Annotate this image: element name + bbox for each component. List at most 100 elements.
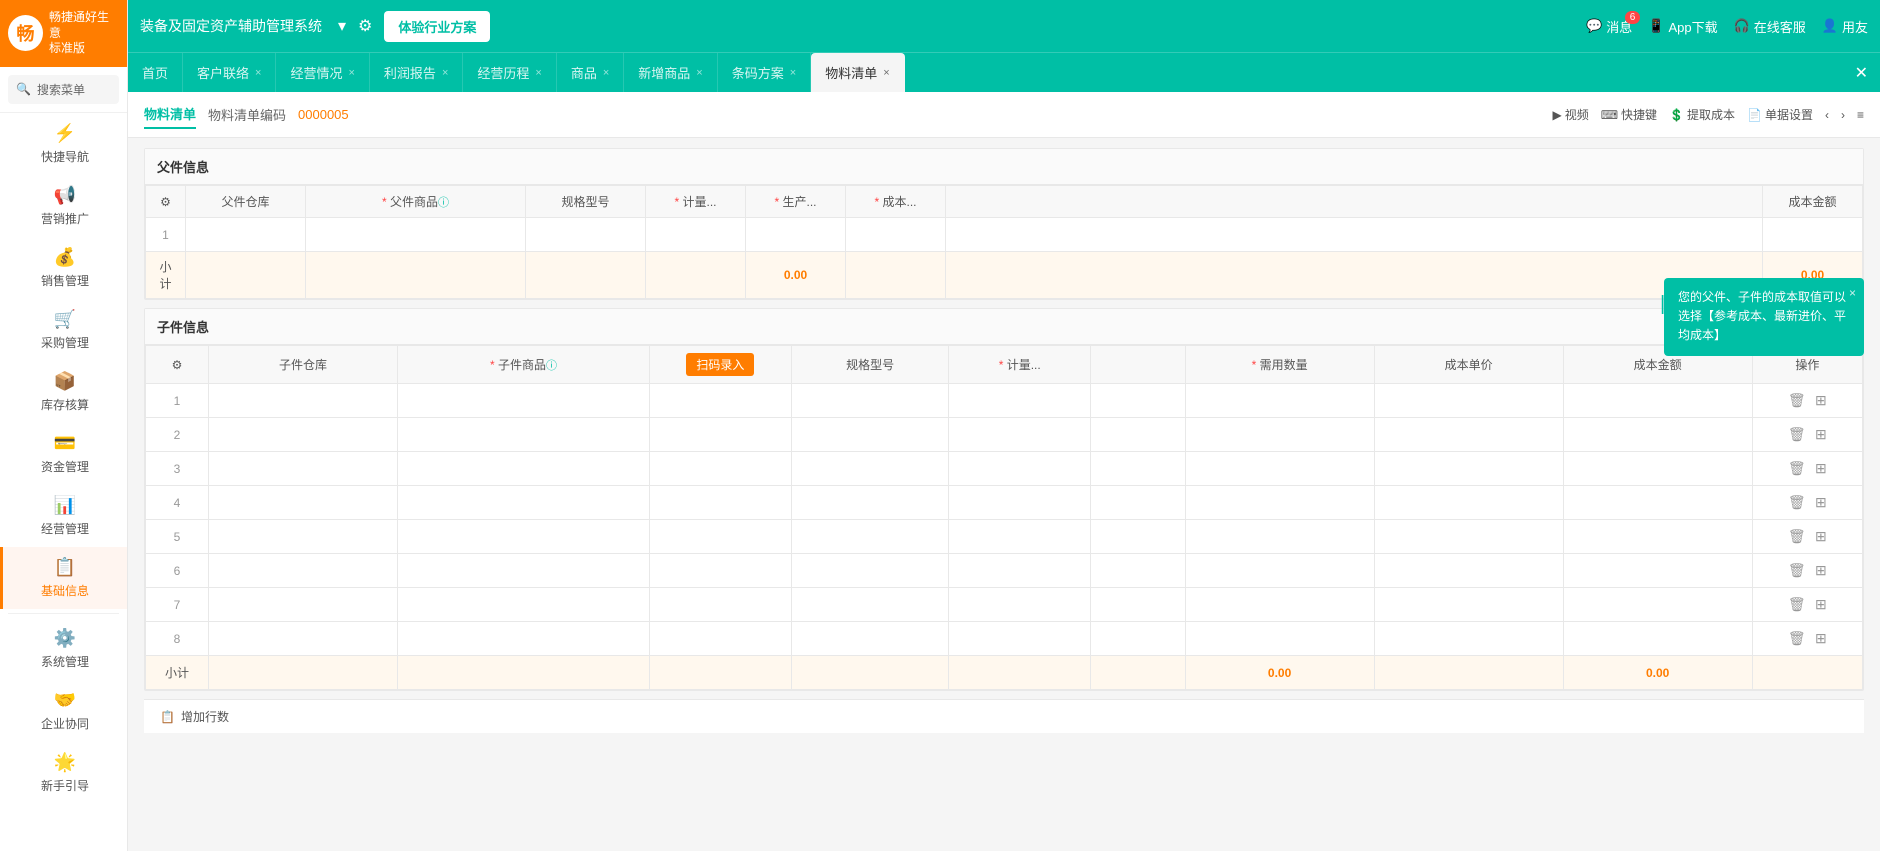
next-record-button[interactable]: › — [1841, 108, 1845, 122]
parent-col-settings[interactable]: ⚙ — [146, 186, 186, 218]
sidebar-item-system[interactable]: ⚙️ 系统管理 — [0, 618, 127, 680]
sidebar: 畅 畅捷通好生意 标准版 🔍 搜索菜单 ⚡ 快捷导航 📢 营销推广 💰 销售管理… — [0, 0, 128, 851]
trial-button[interactable]: 体验行业方案 — [384, 11, 490, 42]
child-col-unit: * 计量... — [949, 346, 1091, 384]
tab-home[interactable]: 首页 — [128, 53, 183, 93]
search-menu-button[interactable]: 🔍 搜索菜单 — [8, 75, 119, 104]
single-settings-icon: 📄 — [1747, 108, 1762, 122]
table-row: 7 🗑 ⊞ — [146, 588, 1863, 622]
copy-row-icon[interactable]: ⊞ — [1812, 596, 1830, 612]
nav-icon-sales: 💰 — [54, 247, 76, 268]
single-settings-button[interactable]: 📄 单据设置 — [1747, 106, 1813, 123]
delete-row-icon[interactable]: 🗑 — [1785, 528, 1809, 544]
message-icon: 💬 — [1586, 18, 1602, 34]
copy-row-icon[interactable]: ⊞ — [1812, 460, 1830, 476]
online-service-button[interactable]: 🎧 在线客服 — [1734, 17, 1806, 36]
sidebar-item-sales[interactable]: 💰 销售管理 — [0, 237, 127, 299]
delete-row-icon[interactable]: 🗑 — [1785, 630, 1809, 646]
logo-icon: 畅 — [8, 15, 43, 51]
child-col-settings[interactable]: ⚙ — [146, 346, 209, 384]
message-button[interactable]: 💬 6 消息 — [1586, 17, 1632, 36]
sidebar-item-marketing[interactable]: 📢 营销推广 — [0, 175, 127, 237]
shortcut-icon: ⌨ — [1601, 108, 1618, 122]
tab-operation-status[interactable]: 经营情况 × — [276, 53, 369, 93]
video-icon: ▶ — [1552, 108, 1561, 122]
parent-subtotal-label: 小计 — [146, 252, 186, 299]
delete-row-icon[interactable]: 🗑 — [1785, 494, 1809, 510]
tab-bom[interactable]: 物料清单 × — [811, 53, 904, 93]
search-area[interactable]: 🔍 搜索菜单 — [0, 67, 127, 113]
tab-close-bom[interactable]: × — [883, 67, 889, 79]
tab-close-barcode[interactable]: × — [790, 67, 796, 79]
delete-row-icon[interactable]: 🗑 — [1785, 460, 1809, 476]
sidebar-item-guide[interactable]: 🌟 新手引导 — [0, 742, 127, 804]
parent-table: ⚙ 父件仓库 * 父件商品ⓘ 规格型号 * 计量... * 生产... * 成本… — [145, 185, 1863, 299]
tab-profit[interactable]: 利润报告 × — [370, 53, 463, 93]
child-col-product: * 子件商品ⓘ — [398, 346, 650, 384]
prev-record-button[interactable]: ‹ — [1825, 108, 1829, 122]
tab-history[interactable]: 经营历程 × — [463, 53, 556, 93]
nav-icon-quick: ⚡ — [54, 123, 76, 144]
sidebar-item-purchase[interactable]: 🛒 采购管理 — [0, 299, 127, 361]
tab-close-profit[interactable]: × — [442, 67, 448, 79]
shortcut-button[interactable]: ⌨ 快捷键 — [1601, 106, 1657, 123]
copy-row-icon[interactable]: ⊞ — [1812, 494, 1830, 510]
sidebar-item-operation[interactable]: 📊 经营管理 — [0, 485, 127, 547]
service-icon: 🎧 — [1734, 18, 1750, 34]
cost-button[interactable]: 💲 提取成本 — [1669, 106, 1735, 123]
nav-icon-collab: 🤝 — [54, 690, 76, 711]
parent-col-warehouse: 父件仓库 — [186, 186, 306, 218]
scan-input-button[interactable]: 扫码录入 — [686, 353, 754, 376]
tab-barcode[interactable]: 条码方案 × — [718, 53, 811, 93]
download-icon: 📱 — [1648, 18, 1664, 34]
tab-close-new-product[interactable]: × — [696, 67, 702, 79]
add-row-label[interactable]: 增加行数 — [181, 708, 229, 725]
table-row: 8 🗑 ⊞ — [146, 622, 1863, 656]
copy-row-icon[interactable]: ⊞ — [1812, 630, 1830, 646]
sub-tab-bom-list[interactable]: 物料清单 — [144, 100, 196, 129]
tab-close-customer[interactable]: × — [255, 67, 261, 79]
tab-close-operation-status[interactable]: × — [348, 67, 354, 79]
tab-customer[interactable]: 客户联络 × — [183, 53, 276, 93]
copy-row-icon[interactable]: ⊞ — [1812, 562, 1830, 578]
child-section-title: 子件信息 — [145, 309, 1863, 345]
child-col-scan[interactable]: 扫码录入 — [650, 346, 792, 384]
sidebar-item-quick-nav[interactable]: ⚡ 快捷导航 — [0, 113, 127, 175]
video-button[interactable]: ▶ 视频 — [1552, 106, 1588, 123]
close-all-tabs-button[interactable]: ✕ — [1843, 63, 1880, 83]
parent-col-unit: * 计量... — [646, 186, 746, 218]
page-content: 物料清单 物料清单编码 0000005 ▶ 视频 ⌨ 快捷键 💲 提取成本 📄 — [128, 92, 1880, 851]
logo-text: 畅捷通好生意 标准版 — [49, 10, 119, 57]
tab-products[interactable]: 商品 × — [557, 53, 624, 93]
tooltip-close-button[interactable]: × — [1849, 284, 1856, 303]
parent-section-title: 父件信息 — [145, 149, 1863, 185]
app-download-button[interactable]: 📱 App下载 — [1648, 17, 1717, 36]
copy-row-icon[interactable]: ⊞ — [1812, 392, 1830, 408]
sidebar-item-inventory[interactable]: 📦 库存核算 — [0, 361, 127, 423]
sub-header: 物料清单 物料清单编码 0000005 ▶ 视频 ⌨ 快捷键 💲 提取成本 📄 — [128, 92, 1880, 138]
user-avatar[interactable]: 👤 用友 — [1822, 17, 1868, 36]
copy-row-icon[interactable]: ⊞ — [1812, 426, 1830, 442]
sidebar-item-basic[interactable]: 📋 基础信息 — [0, 547, 127, 609]
delete-row-icon[interactable]: 🗑 — [1785, 596, 1809, 612]
sub-tab-bom-code[interactable]: 物料清单编码 — [208, 101, 286, 128]
topbar-dropdown-icon[interactable]: ▾ — [338, 16, 346, 36]
tab-new-product[interactable]: 新增商品 × — [624, 53, 717, 93]
bottom-icon: 📋 — [160, 710, 175, 724]
tab-close-products[interactable]: × — [603, 67, 609, 79]
child-subtotal-amount: 0.00 — [1563, 656, 1752, 690]
sidebar-item-collab[interactable]: 🤝 企业协同 — [0, 680, 127, 742]
layout-button[interactable]: ≡ — [1857, 108, 1864, 122]
cost-icon: 💲 — [1669, 108, 1684, 122]
parent-col-spec: 规格型号 — [526, 186, 646, 218]
copy-row-icon[interactable]: ⊞ — [1812, 528, 1830, 544]
child-section: 子件信息 ⚙ 子件仓库 * 子件商品ⓘ 扫码录入 规格型号 * 计量... * … — [144, 308, 1864, 691]
delete-row-icon[interactable]: 🗑 — [1785, 562, 1809, 578]
delete-row-icon[interactable]: 🗑 — [1785, 426, 1809, 442]
table-row: 1 🗑 ⊞ — [146, 384, 1863, 418]
topbar-settings-icon[interactable]: ⚙ — [358, 16, 372, 36]
tab-close-history[interactable]: × — [535, 67, 541, 79]
parent-subtotal-row: 小计 0.00 0.00 — [146, 252, 1863, 299]
sidebar-item-finance[interactable]: 💳 资金管理 — [0, 423, 127, 485]
delete-row-icon[interactable]: 🗑 — [1785, 392, 1809, 408]
